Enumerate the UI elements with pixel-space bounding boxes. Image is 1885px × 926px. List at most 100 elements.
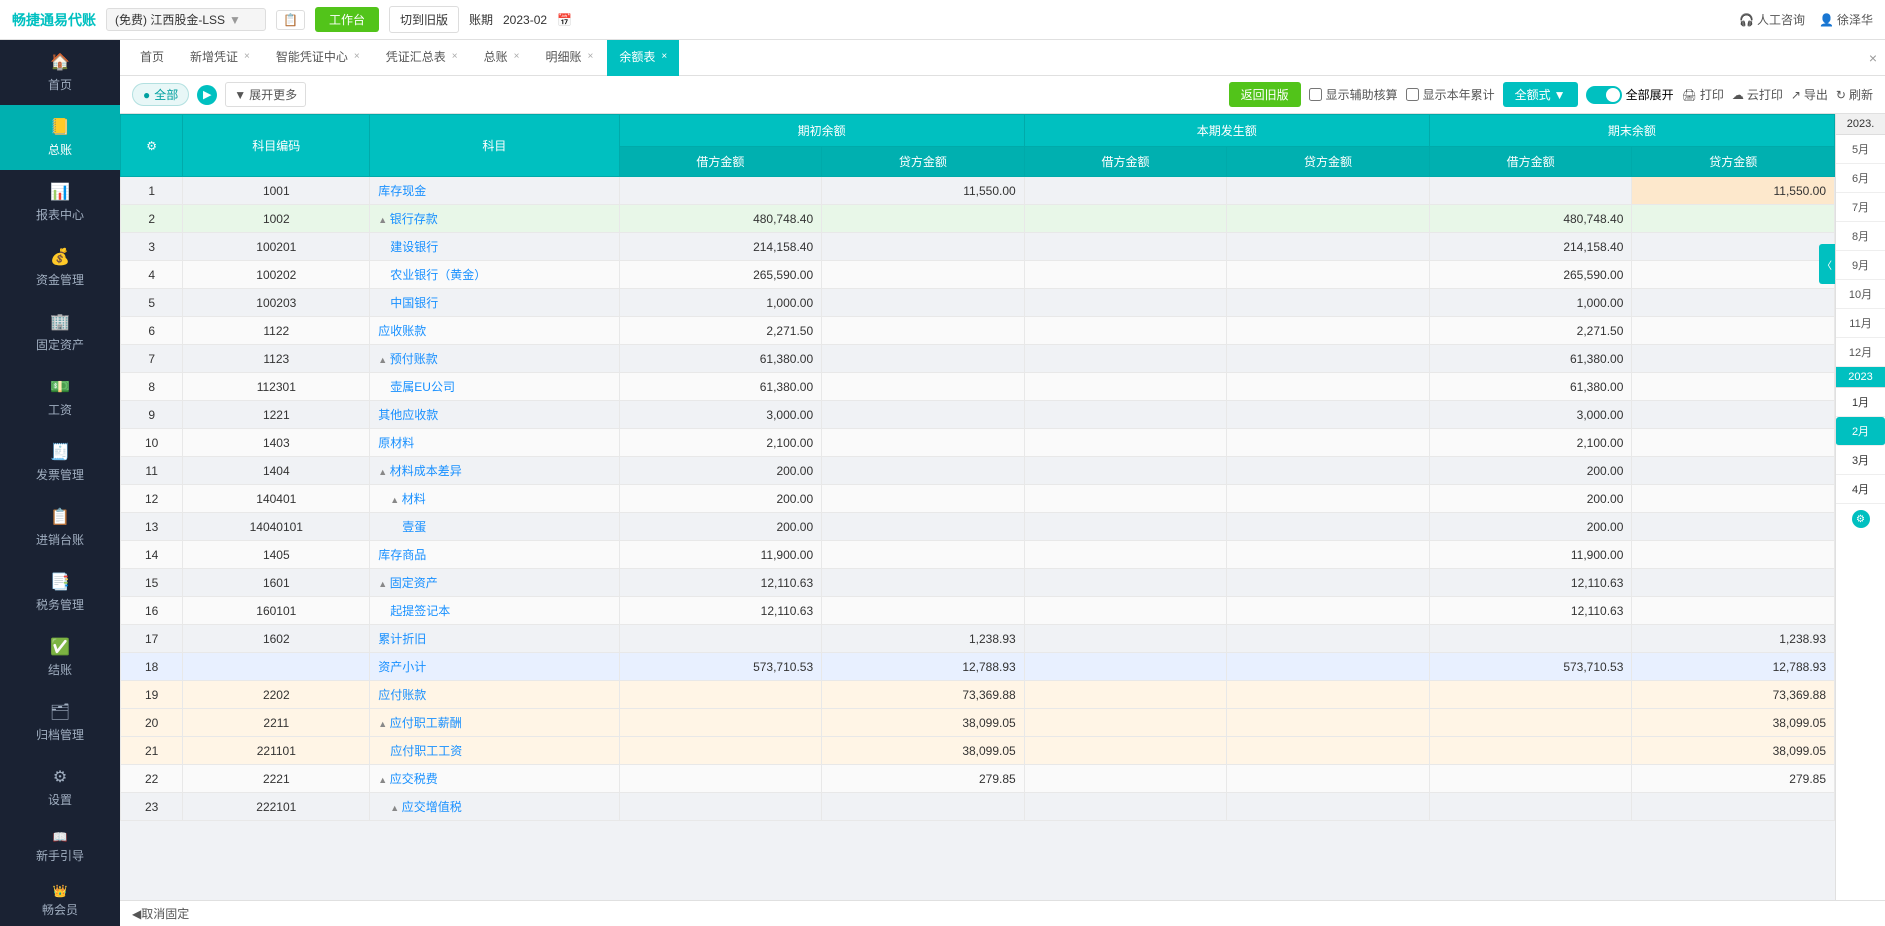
account-link[interactable]: 预付账款 [390,352,438,366]
account-link[interactable]: 固定资产 [390,576,438,590]
table-row[interactable]: 13 14040101 壹蛋 200.00 200.00 [121,513,1835,541]
row-name[interactable]: 中国银行 [370,289,619,317]
cal-month-12[interactable]: 12月 [1836,338,1885,367]
account-link[interactable]: 壹蛋 [402,520,426,534]
row-name[interactable]: 应收账款 [370,317,619,345]
table-row[interactable]: 20 2211 ▲ 应付职工薪酬 38,099.05 38,099.05 [121,709,1835,737]
show-ytd-checkbox[interactable]: 显示本年累计 [1406,86,1495,103]
row-name[interactable]: 累计折旧 [370,625,619,653]
row-name[interactable]: ▲ 材料 [370,485,619,513]
account-link[interactable]: 累计折旧 [378,632,426,646]
table-row[interactable]: 11 1404 ▲ 材料成本差异 200.00 200.00 [121,457,1835,485]
account-link[interactable]: 应付职工工资 [390,744,462,758]
cal-month-3[interactable]: 3月 [1836,446,1885,475]
toggle-switch[interactable] [1586,86,1622,104]
sidebar-item-home[interactable]: 🏠 首页 [0,40,120,105]
row-name[interactable]: 壶属EU公司 [370,373,619,401]
full-mode-button[interactable]: 全额式 ▼ [1503,82,1578,107]
cal-month-11[interactable]: 11月 [1836,309,1885,338]
filter-arrow-button[interactable]: ▶ [197,85,217,105]
switch-version-button[interactable]: 切到旧版 [389,6,459,33]
row-name[interactable]: 原材料 [370,429,619,457]
cal-month-2[interactable]: 2月 [1836,417,1885,446]
row-name[interactable]: 建设银行 [370,233,619,261]
row-name[interactable]: ▲ 应交增值税 [370,793,619,821]
table-row[interactable]: 3 100201 建设银行 214,158.40 214,158.40 [121,233,1835,261]
table-row[interactable]: 23 222101 ▲ 应交增值税 [121,793,1835,821]
row-name[interactable]: ▲ 应付职工薪酬 [370,709,619,737]
table-row[interactable]: 8 112301 壶属EU公司 61,380.00 61,380.00 [121,373,1835,401]
filter-all[interactable]: ● 全部 [132,83,189,106]
account-link[interactable]: 建设银行 [390,240,438,254]
calendar-icon[interactable]: 📅 [557,13,572,27]
table-row[interactable]: 18 资产小计 573,710.53 12,788.93 573,710.53 … [121,653,1835,681]
account-link[interactable]: 其他应收款 [378,408,438,422]
table-row[interactable]: 10 1403 原材料 2,100.00 2,100.00 [121,429,1835,457]
cal-month-5[interactable]: 5月 [1836,135,1885,164]
table-row[interactable]: 21 221101 应付职工工资 38,099.05 38,099.05 [121,737,1835,765]
table-scroll[interactable]: ⚙ 科目编码 科目 期初余额 本期发生额 期末余额 借方金额 贷方金额 借方金额… [120,114,1835,900]
bottom-bar[interactable]: ◀ 取消固定 [120,900,1885,926]
th-settings[interactable]: ⚙ [121,115,183,177]
row-name[interactable]: 应付账款 [370,681,619,709]
tab-new-voucher[interactable]: 新增凭证 × [178,40,262,76]
show-aux-checkbox[interactable]: 显示辅助核算 [1309,86,1398,103]
cal-month-10[interactable]: 10月 [1836,280,1885,309]
expand-all-toggle[interactable]: 全部展开 [1586,86,1674,104]
table-row[interactable]: 14 1405 库存商品 11,900.00 11,900.00 [121,541,1835,569]
row-name[interactable]: 应付职工工资 [370,737,619,765]
company-selector[interactable]: (免费) 江西股金-LSS ▼ [106,8,266,31]
row-name[interactable]: ▲ 银行存款 [370,205,619,233]
tab-new-voucher-close[interactable]: × [244,51,250,62]
cal-month-9[interactable]: 9月 [1836,251,1885,280]
close-all-tabs-icon[interactable]: × [1869,50,1877,66]
row-name[interactable]: 库存商品 [370,541,619,569]
sidebar-item-payroll[interactable]: 💵 工资 [0,365,120,430]
table-row[interactable]: 9 1221 其他应收款 3,000.00 3,000.00 [121,401,1835,429]
row-name[interactable]: 起提签记本 [370,597,619,625]
row-name[interactable]: 其他应收款 [370,401,619,429]
account-link[interactable]: 资产小计 [378,660,426,674]
sidebar-item-guide[interactable]: 📖 新手引导 [0,820,120,874]
table-row[interactable]: 17 1602 累计折旧 1,238.93 1,238.93 [121,625,1835,653]
workbench-button[interactable]: 工作台 [315,7,379,32]
show-aux-input[interactable] [1309,88,1322,101]
sidebar-item-purchase[interactable]: 📋 进销台账 [0,495,120,560]
sidebar-item-close[interactable]: ✅ 结账 [0,625,120,690]
tab-smart-voucher-close[interactable]: × [354,51,360,62]
show-ytd-input[interactable] [1406,88,1419,101]
account-link[interactable]: 库存商品 [378,548,426,562]
account-link[interactable]: 起提签记本 [390,604,450,618]
row-name[interactable]: 库存现金 [370,177,619,205]
export-button[interactable]: ↗ 导出 [1791,86,1828,103]
sidebar-item-assets[interactable]: 🏢 固定资产 [0,300,120,365]
sidebar-item-invoice[interactable]: 🧾 发票管理 [0,430,120,495]
cal-month-7[interactable]: 7月 [1836,193,1885,222]
table-row[interactable]: 2 1002 ▲ 银行存款 480,748.40 480,748.40 [121,205,1835,233]
return-old-version-button[interactable]: 返回旧版 [1229,82,1301,107]
tab-balance-close[interactable]: × [661,51,667,62]
company-dropdown-icon[interactable]: ▼ [229,13,241,27]
tab-voucher-summary[interactable]: 凭证汇总表 × [374,40,470,76]
table-row[interactable]: 15 1601 ▲ 固定资产 12,110.63 12,110.63 [121,569,1835,597]
cal-settings-icon[interactable]: ⚙ [1836,504,1885,534]
tab-detail-ledger-close[interactable]: × [587,51,593,62]
tab-home[interactable]: 首页 [128,40,176,76]
sidebar-item-settings[interactable]: ⚙ 设置 [0,755,120,820]
account-link[interactable]: 中国银行 [390,296,438,310]
table-row[interactable]: 4 100202 农业银行（黄金） 265,590.00 265,590.00 [121,261,1835,289]
sidebar-item-member[interactable]: 👑 畅会员 [0,874,120,926]
expand-button[interactable]: ▼ 展开更多 [225,82,306,107]
cloud-print-button[interactable]: ☁ 云打印 [1732,86,1783,103]
user-menu[interactable]: 👤 徐泽华 [1819,11,1873,28]
account-link[interactable]: 库存现金 [378,184,426,198]
cal-month-8[interactable]: 8月 [1836,222,1885,251]
account-link[interactable]: 应付账款 [378,688,426,702]
cal-month-6[interactable]: 6月 [1836,164,1885,193]
row-name[interactable]: 壹蛋 [370,513,619,541]
account-link[interactable]: 应付职工薪酬 [390,716,462,730]
table-row[interactable]: 12 140401 ▲ 材料 200.00 200.00 [121,485,1835,513]
sidebar-item-tax[interactable]: 📑 税务管理 [0,560,120,625]
table-row[interactable]: 6 1122 应收账款 2,271.50 2,271.50 [121,317,1835,345]
table-row[interactable]: 1 1001 库存现金 11,550.00 11,550.00 [121,177,1835,205]
